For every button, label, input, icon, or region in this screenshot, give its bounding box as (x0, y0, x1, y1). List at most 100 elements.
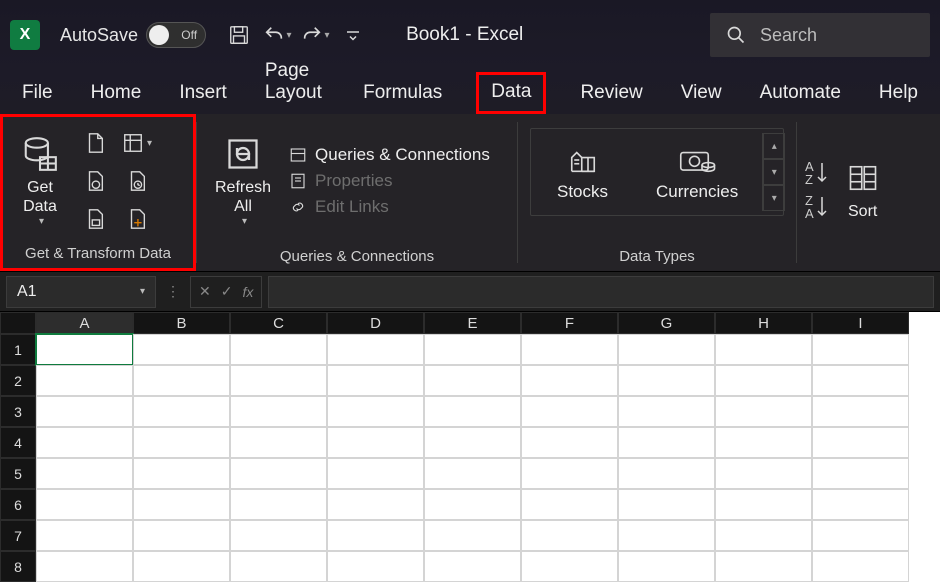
row-header[interactable]: 3 (0, 396, 36, 427)
cell[interactable] (327, 334, 424, 365)
customize-qat-button[interactable] (338, 20, 368, 50)
get-data-button[interactable]: Get Data ▾ (11, 128, 69, 234)
cell[interactable] (133, 396, 230, 427)
cell[interactable] (521, 396, 618, 427)
cell[interactable] (230, 551, 327, 582)
cell[interactable] (327, 365, 424, 396)
cell[interactable] (230, 334, 327, 365)
cell[interactable] (618, 334, 715, 365)
cell[interactable] (521, 551, 618, 582)
cell[interactable] (327, 427, 424, 458)
cell[interactable] (521, 520, 618, 551)
tab-formulas[interactable]: Formulas (359, 74, 446, 114)
save-button[interactable] (224, 20, 254, 50)
cell[interactable] (521, 458, 618, 489)
edit-links-button[interactable]: Edit Links (289, 197, 490, 217)
cancel-formula-button[interactable]: ✕ (199, 283, 211, 300)
data-types-scroll[interactable]: ▴ ▾ ▾ (762, 133, 785, 211)
cell[interactable] (133, 365, 230, 396)
tab-review[interactable]: Review (576, 74, 646, 114)
cell[interactable] (36, 458, 133, 489)
cell[interactable] (715, 365, 812, 396)
tab-insert[interactable]: Insert (175, 74, 231, 114)
row-header[interactable]: 8 (0, 551, 36, 582)
cell[interactable] (230, 396, 327, 427)
cell[interactable] (812, 334, 909, 365)
column-header[interactable]: H (715, 312, 812, 334)
tab-help[interactable]: Help (875, 74, 922, 114)
cell[interactable] (521, 489, 618, 520)
autosave-toggle[interactable]: Off (146, 22, 206, 48)
cell[interactable] (36, 334, 133, 365)
cell[interactable] (618, 365, 715, 396)
cell[interactable] (521, 334, 618, 365)
cell[interactable] (230, 458, 327, 489)
recent-sources-button[interactable] (119, 164, 155, 198)
from-web-button[interactable] (77, 164, 113, 198)
select-all-corner[interactable] (0, 312, 36, 334)
row-header[interactable]: 2 (0, 365, 36, 396)
cell[interactable] (618, 427, 715, 458)
column-header[interactable]: F (521, 312, 618, 334)
from-table-range-button[interactable]: ▾ (119, 126, 155, 160)
cell[interactable] (812, 427, 909, 458)
cell[interactable] (327, 458, 424, 489)
sort-desc-button[interactable]: ZA (805, 194, 828, 220)
cell[interactable] (715, 427, 812, 458)
redo-button[interactable]: ▾ (300, 20, 330, 50)
cell[interactable] (812, 365, 909, 396)
cell[interactable] (424, 427, 521, 458)
column-header[interactable]: G (618, 312, 715, 334)
row-header[interactable]: 5 (0, 458, 36, 489)
insert-function-button[interactable]: fx (242, 284, 253, 300)
cell[interactable] (618, 396, 715, 427)
cell[interactable] (715, 396, 812, 427)
cell[interactable] (133, 489, 230, 520)
cell[interactable] (618, 489, 715, 520)
cell[interactable] (424, 396, 521, 427)
cell[interactable] (133, 334, 230, 365)
cell[interactable] (327, 551, 424, 582)
cell[interactable] (812, 551, 909, 582)
cell[interactable] (424, 489, 521, 520)
column-header[interactable]: D (327, 312, 424, 334)
existing-connections-button[interactable] (77, 202, 113, 236)
tab-file[interactable]: File (18, 74, 57, 114)
row-header[interactable]: 7 (0, 520, 36, 551)
cell[interactable] (715, 551, 812, 582)
cell[interactable] (521, 427, 618, 458)
cell[interactable] (715, 520, 812, 551)
tab-automate[interactable]: Automate (756, 74, 845, 114)
cell[interactable] (812, 489, 909, 520)
cell[interactable] (36, 489, 133, 520)
column-header[interactable]: E (424, 312, 521, 334)
row-header[interactable]: 6 (0, 489, 36, 520)
column-header[interactable]: C (230, 312, 327, 334)
cell[interactable] (36, 520, 133, 551)
tab-home[interactable]: Home (87, 74, 146, 114)
cell[interactable] (424, 458, 521, 489)
cell[interactable] (327, 396, 424, 427)
cell[interactable] (618, 551, 715, 582)
scroll-more-icon[interactable]: ▾ (763, 185, 785, 211)
refresh-all-button[interactable]: Refresh All ▾ (205, 128, 281, 234)
column-header[interactable]: B (133, 312, 230, 334)
cell[interactable] (327, 489, 424, 520)
row-header[interactable]: 1 (0, 334, 36, 365)
cell[interactable] (36, 427, 133, 458)
formula-input[interactable] (268, 276, 934, 308)
cell[interactable] (424, 520, 521, 551)
data-type-currencies[interactable]: Currencies (632, 136, 762, 208)
from-picture-button[interactable] (119, 202, 155, 236)
cell[interactable] (327, 520, 424, 551)
cell[interactable] (812, 458, 909, 489)
tab-page-layout[interactable]: Page Layout (261, 52, 329, 114)
cell[interactable] (424, 551, 521, 582)
cell[interactable] (812, 396, 909, 427)
properties-button[interactable]: Properties (289, 171, 490, 191)
scroll-up-icon[interactable]: ▴ (763, 133, 785, 159)
cell[interactable] (133, 458, 230, 489)
column-header[interactable]: I (812, 312, 909, 334)
data-type-stocks[interactable]: Stocks (533, 136, 632, 208)
cell[interactable] (715, 489, 812, 520)
